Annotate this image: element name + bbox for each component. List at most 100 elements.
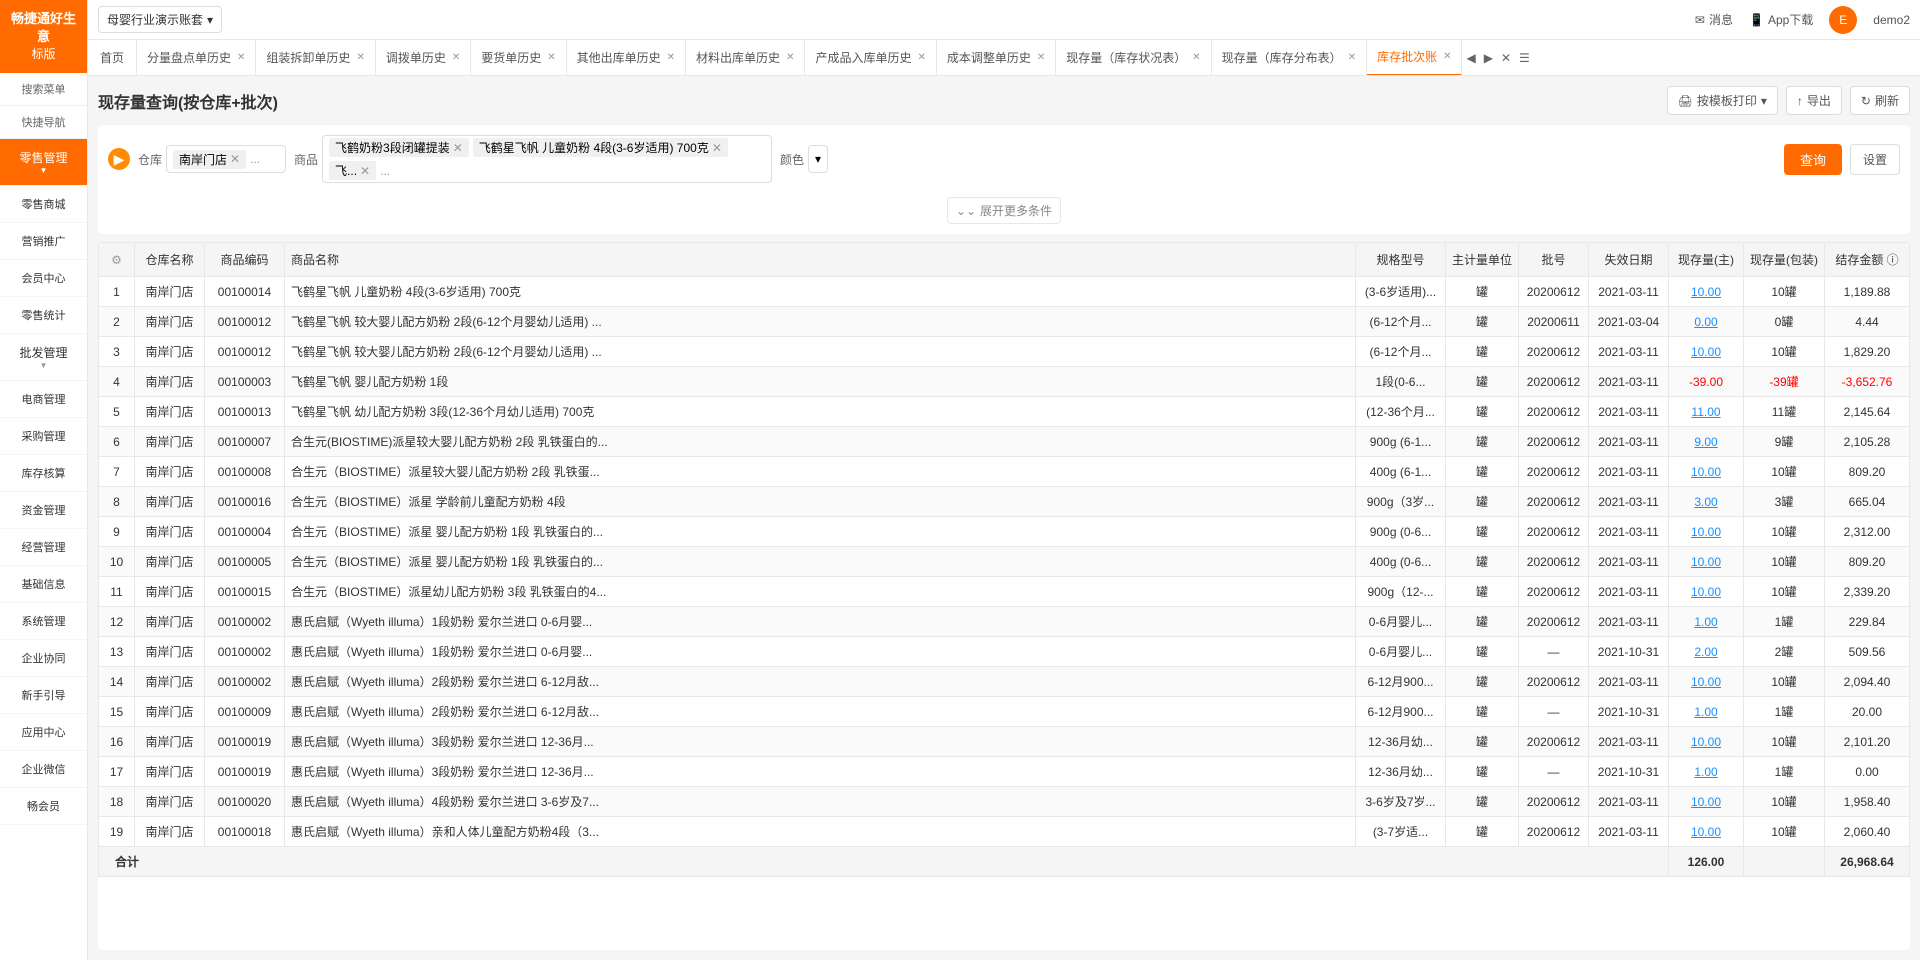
close-icon[interactable]: ✕ <box>917 52 925 63</box>
color-container[interactable]: ▾ <box>808 145 828 173</box>
sidebar-item-corp[interactable]: 企业协同 <box>0 640 87 677</box>
sidebar-item-member2[interactable]: 畅会员 <box>0 788 87 825</box>
message-btn[interactable]: ✉ 消息 <box>1695 11 1733 28</box>
remove-product-tag1[interactable]: ✕ <box>453 141 463 155</box>
sidebar-item-retail[interactable]: 零售管理 ▼ <box>0 139 87 186</box>
print-button[interactable]: 🖨 按模板打印 ▾ <box>1667 86 1778 115</box>
sidebar-item-member[interactable]: 会员中心 <box>0 260 87 297</box>
tab-close-all[interactable]: ✕ <box>1497 51 1515 65</box>
row-stock[interactable]: 10.00 <box>1669 727 1744 757</box>
close-icon[interactable]: ✕ <box>786 52 794 63</box>
tab-nav-next[interactable]: ▶ <box>1480 51 1497 65</box>
close-icon[interactable]: ✕ <box>667 52 675 63</box>
topbar-left: 母婴行业演示账套 ▾ <box>98 6 222 33</box>
remove-product-tag2[interactable]: ✕ <box>712 141 722 155</box>
row-code: 00100005 <box>205 547 285 577</box>
settings-icon[interactable]: ⚙ <box>111 253 122 267</box>
row-stock[interactable]: 0.00 <box>1669 307 1744 337</box>
row-stock[interactable]: 1.00 <box>1669 607 1744 637</box>
sidebar-item-stats[interactable]: 零售统计 <box>0 297 87 334</box>
warehouse-ellipsis[interactable]: ... <box>250 152 260 166</box>
row-stock[interactable]: 1.00 <box>1669 757 1744 787</box>
row-stock[interactable]: 10.00 <box>1669 577 1744 607</box>
tab-order-history[interactable]: 要货单历史 ✕ <box>471 40 566 76</box>
settings-button[interactable]: 设置 <box>1850 144 1900 175</box>
product-tag-container[interactable]: 飞鹤奶粉3段闭罐提装 ✕ 飞鹤星飞帆 儿童奶粉 4段(3-6岁适用) 700克 … <box>322 135 772 183</box>
expand-more-btn[interactable]: ⌄⌄ 展开更多条件 <box>947 197 1061 224</box>
sidebar-item-wholesale[interactable]: 批发管理 ▼ <box>0 334 87 381</box>
tab-transfer-history[interactable]: 调拨单历史 ✕ <box>376 40 471 76</box>
sidebar-item-marketing[interactable]: 营销推广 <box>0 223 87 260</box>
warehouse-tag-container[interactable]: 南岸门店 ✕ ... <box>166 145 286 173</box>
app-download-btn[interactable]: 📱 App下载 <box>1749 11 1813 28</box>
row-stock[interactable]: 10.00 <box>1669 817 1744 847</box>
remove-warehouse-tag[interactable]: ✕ <box>230 152 240 166</box>
sidebar-item-guide[interactable]: 新手引导 <box>0 677 87 714</box>
row-stock[interactable]: 11.00 <box>1669 397 1744 427</box>
row-stock[interactable]: 10.00 <box>1669 277 1744 307</box>
table-row: 10 南岸门店 00100005 合生元（BIOSTIME）派星 婴儿配方奶粉 … <box>99 547 1910 577</box>
row-stock[interactable]: 3.00 <box>1669 487 1744 517</box>
tab-outbound-history[interactable]: 其他出库单历史 ✕ <box>567 40 686 76</box>
sidebar-item-ecommerce[interactable]: 电商管理 <box>0 381 87 418</box>
expand-filter-button[interactable]: ▶ <box>108 148 130 170</box>
tab-nav-prev[interactable]: ◀ <box>1462 51 1479 65</box>
row-stock[interactable]: 2.00 <box>1669 637 1744 667</box>
sidebar-item-purchase[interactable]: 采购管理 <box>0 418 87 455</box>
tab-stock-status[interactable]: 现存量（库存状况表） ✕ <box>1056 40 1211 76</box>
row-code: 00100015 <box>205 577 285 607</box>
search-menu[interactable]: 搜索菜单 <box>0 73 87 106</box>
filter-product: 商品 飞鹤奶粉3段闭罐提装 ✕ 飞鹤星飞帆 儿童奶粉 4段(3-6岁适用) 70… <box>294 135 772 183</box>
product-ellipsis[interactable]: ... <box>380 164 390 178</box>
row-stock[interactable]: 10.00 <box>1669 337 1744 367</box>
row-num: 13 <box>99 637 135 667</box>
close-icon[interactable]: ✕ <box>547 52 555 63</box>
logo[interactable]: 畅捷通好生意 标版 <box>0 0 87 73</box>
row-num: 7 <box>99 457 135 487</box>
sidebar-item-system[interactable]: 系统管理 <box>0 603 87 640</box>
row-name: 惠氏启赋（Wyeth illuma）3段奶粉 爱尔兰进口 12-36月... <box>285 757 1356 787</box>
tab-menu[interactable]: ☰ <box>1515 51 1534 65</box>
sidebar-item-business[interactable]: 经营管理 <box>0 529 87 566</box>
row-num: 4 <box>99 367 135 397</box>
user-avatar[interactable]: E <box>1829 6 1857 34</box>
row-stock[interactable]: 1.00 <box>1669 697 1744 727</box>
close-icon[interactable]: ✕ <box>356 52 364 63</box>
tab-material-history[interactable]: 材料出库单历史 ✕ <box>686 40 805 76</box>
export-button[interactable]: ↑ 导出 <box>1786 86 1842 115</box>
quick-nav[interactable]: 快捷导航 <box>0 106 87 139</box>
tab-stock-batch[interactable]: 库存批次账 ✕ <box>1367 40 1462 76</box>
row-stock[interactable]: 10.00 <box>1669 517 1744 547</box>
tab-assembly-history[interactable]: 组装拆卸单历史 ✕ <box>256 40 375 76</box>
row-amount: 665.04 <box>1825 487 1910 517</box>
sidebar-item-base[interactable]: 基础信息 <box>0 566 87 603</box>
sidebar-item-shop[interactable]: 零售商城 <box>0 186 87 223</box>
close-icon[interactable]: ✕ <box>1443 51 1451 62</box>
row-stock[interactable]: 10.00 <box>1669 547 1744 577</box>
close-icon[interactable]: ✕ <box>237 52 245 63</box>
close-icon[interactable]: ✕ <box>1192 52 1200 63</box>
row-stock[interactable]: 10.00 <box>1669 787 1744 817</box>
close-icon[interactable]: ✕ <box>1037 52 1045 63</box>
close-icon[interactable]: ✕ <box>1348 52 1356 63</box>
table-row: 18 南岸门店 00100020 惠氏启赋（Wyeth illuma）4段奶粉 … <box>99 787 1910 817</box>
close-icon[interactable]: ✕ <box>452 52 460 63</box>
row-stock[interactable]: 9.00 <box>1669 427 1744 457</box>
sidebar-item-inventory[interactable]: 库存核算 <box>0 455 87 492</box>
sidebar-item-finance[interactable]: 资金管理 <box>0 492 87 529</box>
table-row: 19 南岸门店 00100018 惠氏启赋（Wyeth illuma）亲和人体儿… <box>99 817 1910 847</box>
account-dropdown[interactable]: 母婴行业演示账套 ▾ <box>98 6 222 33</box>
row-stock[interactable]: 10.00 <box>1669 667 1744 697</box>
tab-cost-adjust[interactable]: 成本调整单历史 ✕ <box>937 40 1056 76</box>
sidebar-item-wechat[interactable]: 企业微信 <box>0 751 87 788</box>
tab-inventory-history[interactable]: 分量盘点单历史 ✕ <box>137 40 256 76</box>
row-stock[interactable]: 10.00 <box>1669 457 1744 487</box>
row-batch: 20200612 <box>1519 427 1589 457</box>
sidebar-item-apps[interactable]: 应用中心 <box>0 714 87 751</box>
refresh-button[interactable]: ↻ 刷新 <box>1850 86 1910 115</box>
tab-home[interactable]: 首页 <box>88 40 137 76</box>
query-button[interactable]: 查询 <box>1784 144 1842 175</box>
tab-stock-dist[interactable]: 现存量（库存分布表） ✕ <box>1212 40 1367 76</box>
tab-product-inbound[interactable]: 产成品入库单历史 ✕ <box>805 40 936 76</box>
remove-product-tag3[interactable]: ✕ <box>360 164 370 178</box>
